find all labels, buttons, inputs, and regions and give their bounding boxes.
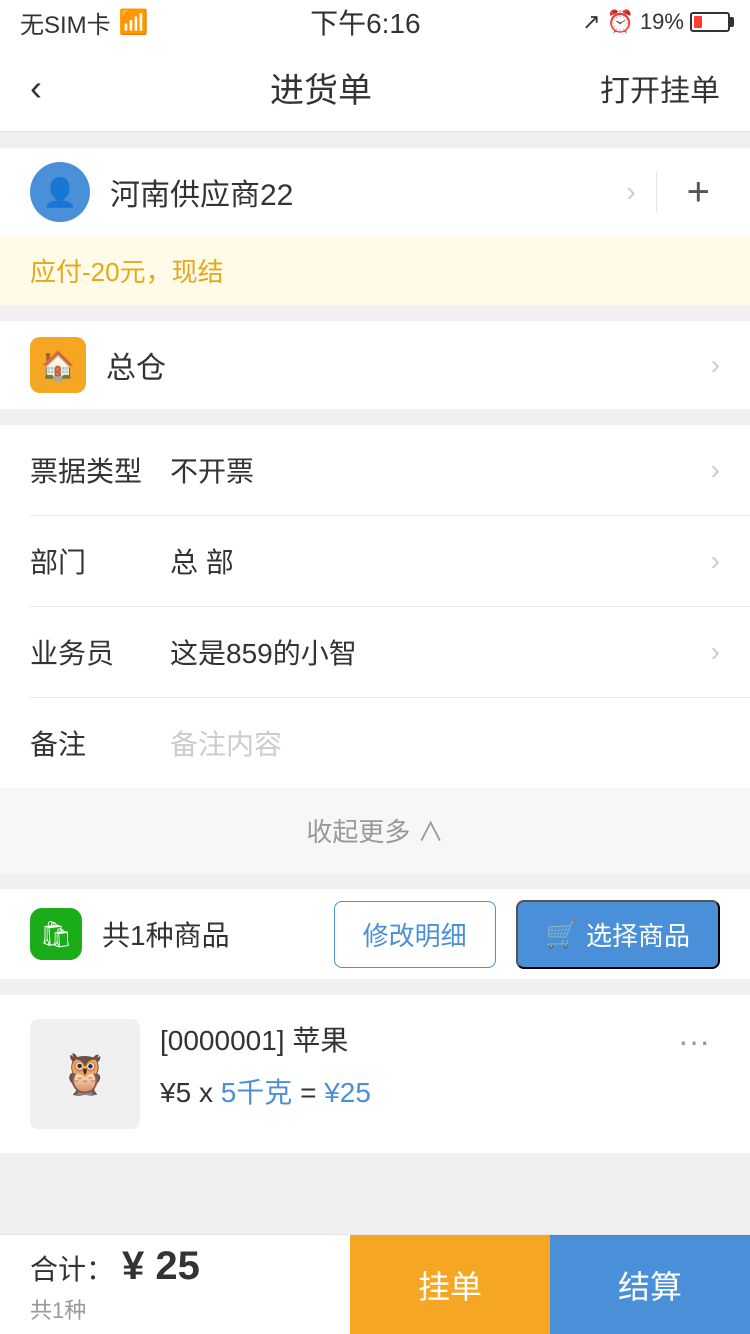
goods-header: 🛍 共1种商品 修改明细 🛒 选择商品 <box>0 889 750 979</box>
warehouse-row[interactable]: 🏠 总仓 › <box>0 321 750 409</box>
supplier-row: 👤 河南供应商22 › + <box>0 148 750 236</box>
product-price-row: ¥5 x 5千克 = ¥25 <box>160 1071 648 1111</box>
hang-button-label: 挂单 <box>418 1262 482 1308</box>
separator-5 <box>0 979 750 995</box>
info-banner: 应付-20元，现结 <box>0 236 750 305</box>
select-goods-label: 选择商品 <box>586 916 690 953</box>
invoice-type-label: 票据类型 <box>30 450 170 490</box>
equals-sign: = <box>300 1077 324 1108</box>
select-goods-button[interactable]: 🛒 选择商品 <box>516 900 720 969</box>
invoice-type-value: 不开票 <box>170 450 711 490</box>
product-unit-price: ¥5 <box>160 1077 191 1108</box>
department-chevron-icon: › <box>711 545 720 577</box>
battery-percent: 19% <box>640 9 684 35</box>
avatar-icon: 👤 <box>43 176 78 209</box>
collapse-row[interactable]: 收起更多 ∧ <box>0 788 750 873</box>
product-quantity: 5千克 <box>221 1077 293 1108</box>
product-total: ¥25 <box>324 1077 371 1108</box>
status-left: 无SIM卡 📶 <box>20 5 149 40</box>
battery-icon <box>690 12 730 32</box>
total-amount: ¥ 25 <box>122 1244 200 1289</box>
total-sub: 共1种 <box>30 1293 320 1325</box>
warehouse-icon: 🏠 <box>30 337 86 393</box>
supplier-avatar: 👤 <box>30 162 90 222</box>
supplier-divider <box>656 172 657 212</box>
total-section: 合计： ¥ 25 共1种 <box>0 1235 350 1334</box>
add-supplier-button[interactable]: + <box>677 170 720 215</box>
department-row[interactable]: 部门 总 部 › <box>0 516 750 606</box>
form-card: 票据类型 不开票 › 部门 总 部 › 业务员 这是859的小智 › 备注 备注… <box>0 425 750 788</box>
multiply-sign: x <box>199 1077 221 1108</box>
department-label: 部门 <box>30 541 170 581</box>
owl-icon: 🦉 <box>60 1051 110 1098</box>
invoice-type-row[interactable]: 票据类型 不开票 › <box>0 425 750 515</box>
edit-detail-button[interactable]: 修改明细 <box>334 901 496 968</box>
product-thumbnail: 🦉 <box>30 1019 140 1129</box>
battery-fill <box>694 16 702 28</box>
warehouse-card: 🏠 总仓 › <box>0 321 750 409</box>
product-more-button[interactable]: ··· <box>668 1019 720 1064</box>
total-label: 合计： <box>30 1248 114 1288</box>
time-display: 下午6:16 <box>310 2 421 42</box>
checkout-button[interactable]: 结算 <box>550 1235 750 1334</box>
supplier-card: 👤 河南供应商22 › + 应付-20元，现结 <box>0 148 750 305</box>
supplier-chevron-icon: › <box>626 176 635 208</box>
salesperson-label: 业务员 <box>30 632 170 672</box>
salesperson-row[interactable]: 业务员 这是859的小智 › <box>0 607 750 697</box>
hang-button[interactable]: 挂单 <box>350 1235 550 1334</box>
page-title: 进货单 <box>270 63 372 112</box>
remark-row[interactable]: 备注 备注内容 <box>0 698 750 788</box>
goods-icon: 🛍 <box>30 908 82 960</box>
department-value: 总 部 <box>170 541 711 581</box>
product-name: [0000001] 苹果 <box>160 1019 648 1059</box>
select-goods-icon: 🛒 <box>546 919 578 950</box>
product-id: [0000001] <box>160 1025 285 1056</box>
separator-3 <box>0 409 750 425</box>
separator-4 <box>0 873 750 889</box>
product-title: 苹果 <box>292 1025 348 1056</box>
invoice-type-chevron-icon: › <box>711 454 720 486</box>
salesperson-chevron-icon: › <box>711 636 720 668</box>
carrier-text: 无SIM卡 <box>20 5 111 40</box>
supplier-name: 河南供应商22 <box>110 170 626 214</box>
status-right: ↗ ⏰ 19% <box>582 9 730 35</box>
checkout-button-label: 结算 <box>618 1262 682 1308</box>
separator-1 <box>0 132 750 148</box>
cart-icon: 🛍 <box>39 919 72 950</box>
separator-2 <box>0 305 750 321</box>
product-info: [0000001] 苹果 ¥5 x 5千克 = ¥25 <box>160 1019 648 1111</box>
collapse-label: 收起更多 ∧ <box>306 817 443 847</box>
open-hang-button[interactable]: 打开挂单 <box>600 66 720 110</box>
remark-placeholder: 备注内容 <box>170 723 720 763</box>
product-item: 🦉 [0000001] 苹果 ¥5 x 5千克 = ¥25 ··· <box>0 995 750 1153</box>
location-icon: ↗ <box>582 9 600 35</box>
salesperson-value: 这是859的小智 <box>170 632 711 672</box>
bottom-bar: 合计： ¥ 25 共1种 挂单 结算 <box>0 1234 750 1334</box>
remark-label: 备注 <box>30 723 170 763</box>
alarm-icon: ⏰ <box>607 9 634 35</box>
nav-bar: ‹ 进货单 打开挂单 <box>0 44 750 132</box>
warehouse-chevron-icon: › <box>711 349 720 381</box>
status-bar: 无SIM卡 📶 下午6:16 ↗ ⏰ 19% <box>0 0 750 44</box>
info-banner-text: 应付-20元，现结 <box>30 257 224 287</box>
wifi-icon: 📶 <box>119 8 149 37</box>
warehouse-name: 总仓 <box>106 343 711 387</box>
back-button[interactable]: ‹ <box>30 67 42 109</box>
total-main: 合计： ¥ 25 <box>30 1244 320 1289</box>
goods-count: 共1种商品 <box>102 914 314 954</box>
